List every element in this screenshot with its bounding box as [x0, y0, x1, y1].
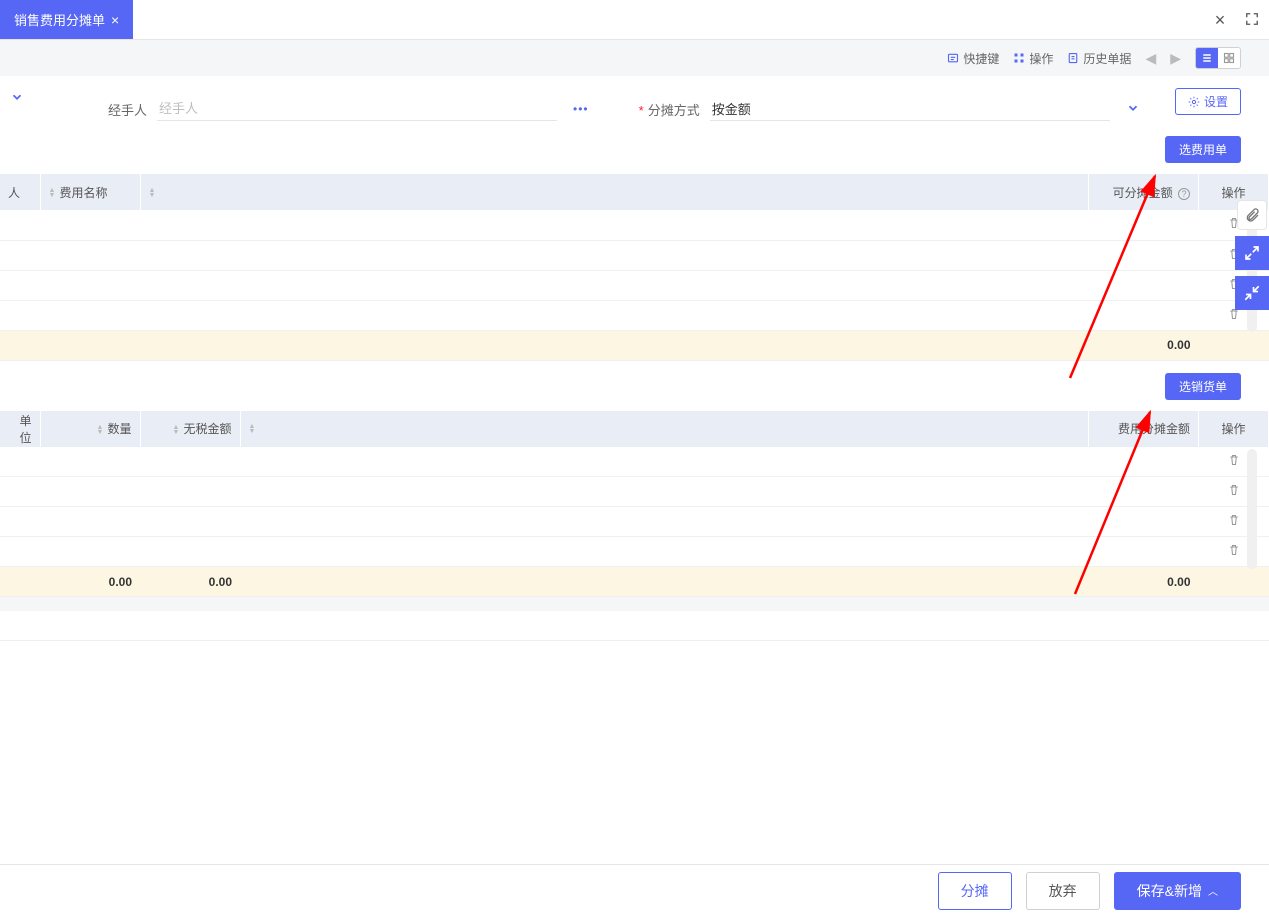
sales-table-header: 单位 数量 无税金额 费用分摊金额 操作	[0, 411, 1269, 447]
col-allocable-label: 可分摊金额	[1113, 186, 1173, 200]
grey-gap	[0, 597, 1269, 611]
expense-table: 人 费用名称 可分摊金额 ? 操作 0.00	[0, 174, 1269, 361]
view-card-icon[interactable]	[1218, 48, 1240, 68]
expense-total-value: 0.00	[1089, 330, 1199, 360]
method-input[interactable]	[710, 97, 1110, 121]
method-field: *分摊方式	[639, 97, 1140, 121]
caret-up-icon: ︿	[1208, 883, 1218, 898]
settings-button[interactable]: 设置	[1175, 88, 1241, 115]
trash-icon[interactable]	[1228, 454, 1240, 466]
chevron-down-icon[interactable]	[10, 90, 24, 107]
col-op-label: 操作	[1221, 186, 1245, 200]
form-row: 经手人 ••• *分摊方式 设置	[0, 76, 1269, 132]
expense-section: 选费用单 人 费用名称 可分摊金额 ? 操作	[0, 132, 1269, 361]
footer: 分摊 放弃 保存&新增 ︿	[0, 864, 1269, 916]
table-row	[0, 300, 1269, 330]
history-label: 历史单据	[1083, 50, 1131, 67]
pager-prev-icon[interactable]: ◀	[1145, 50, 1156, 67]
sort-icon[interactable]	[97, 425, 104, 435]
col-operation2: 操作	[1199, 411, 1269, 447]
sales-table: 单位 数量 无税金额 费用分摊金额 操作 0.00 0.00	[0, 411, 1269, 598]
col-qty-label: 数量	[107, 422, 131, 436]
handler-input[interactable]	[157, 97, 557, 121]
view-toggle	[1195, 47, 1241, 69]
sales-section: 选销货单 单位 数量 无税金额 费用分摊金额 操作	[0, 369, 1269, 598]
sort-icon[interactable]	[49, 188, 56, 198]
fullscreen-icon[interactable]	[1245, 12, 1259, 29]
method-label: *分摊方式	[639, 100, 700, 119]
expense-total-row: 0.00	[0, 330, 1269, 360]
col-op2-label: 操作	[1221, 422, 1245, 436]
close-icon[interactable]: ×	[1209, 10, 1231, 31]
choose-sales-button[interactable]: 选销货单	[1165, 373, 1241, 400]
save-new-button[interactable]: 保存&新增 ︿	[1114, 872, 1241, 910]
col-unit-label: 单位	[19, 414, 31, 445]
col-person[interactable]: 人	[0, 174, 40, 210]
attachment-icon[interactable]	[1237, 200, 1267, 230]
operate-label: 操作	[1029, 50, 1053, 67]
shortcut-label: 快捷键	[963, 50, 999, 67]
table-row	[0, 507, 1269, 537]
sales-total-qty: 0.00	[40, 567, 140, 597]
handler-label: 经手人	[108, 100, 147, 119]
shortcut-link[interactable]: 快捷键	[947, 50, 999, 67]
trash-icon[interactable]	[1228, 514, 1240, 526]
tab-sales-expense-alloc[interactable]: 销售费用分摊单 ×	[0, 0, 133, 39]
sales-total-row: 0.00 0.00 0.00	[0, 567, 1269, 597]
info-icon[interactable]: ?	[1178, 188, 1190, 200]
table-row	[0, 477, 1269, 507]
col-expense-name[interactable]: 费用名称	[40, 174, 140, 210]
sort-icon[interactable]	[249, 424, 256, 434]
settings-label: 设置	[1204, 93, 1228, 110]
sales-total-notax: 0.00	[140, 567, 240, 597]
table-row	[0, 447, 1269, 477]
tab-bar: 销售费用分摊单 × ×	[0, 0, 1269, 40]
table-row	[0, 537, 1269, 567]
history-link[interactable]: 历史单据	[1067, 50, 1131, 67]
table-row	[0, 240, 1269, 270]
col-qty[interactable]: 数量	[40, 411, 140, 447]
tab-close-icon[interactable]: ×	[111, 12, 119, 28]
choose-expense-button[interactable]: 选费用单	[1165, 136, 1241, 163]
chevron-down-icon[interactable]	[1126, 101, 1140, 118]
ellipsis-icon[interactable]: •••	[573, 102, 589, 116]
view-list-icon[interactable]	[1196, 48, 1218, 68]
pager-next-icon[interactable]: ▶	[1170, 50, 1181, 67]
col-expense-name-label: 费用名称	[59, 186, 107, 200]
col-spacer	[140, 174, 1089, 210]
save-new-label: 保存&新增	[1137, 881, 1202, 901]
allocate-button[interactable]: 分摊	[938, 872, 1012, 910]
handler-field: 经手人 •••	[108, 97, 589, 121]
toolbar-strip: 快捷键 操作 历史单据 ◀ ▶	[0, 40, 1269, 76]
discard-button[interactable]: 放弃	[1026, 872, 1100, 910]
scrollbar[interactable]	[1247, 449, 1257, 569]
col-notax[interactable]: 无税金额	[140, 411, 240, 447]
side-rail	[1235, 200, 1269, 310]
col-unit[interactable]: 单位	[0, 411, 40, 447]
col-alloc-label: 费用分摊金额	[1118, 422, 1190, 436]
table-row	[0, 210, 1269, 240]
expand-out-icon[interactable]	[1235, 236, 1269, 270]
trash-icon[interactable]	[1228, 544, 1240, 556]
col-spacer2	[240, 411, 1089, 447]
operate-link[interactable]: 操作	[1013, 50, 1053, 67]
col-alloc-amount[interactable]: 费用分摊金额	[1089, 411, 1199, 447]
table-row	[0, 270, 1269, 300]
method-label-text: 分摊方式	[648, 103, 700, 118]
sales-total-alloc: 0.00	[1089, 567, 1199, 597]
col-allocable-amount[interactable]: 可分摊金额 ?	[1089, 174, 1199, 210]
col-person-label: 人	[8, 186, 20, 200]
trash-icon[interactable]	[1228, 484, 1240, 496]
tab-right-actions: ×	[1209, 0, 1259, 40]
sort-icon[interactable]	[173, 425, 180, 435]
sort-icon[interactable]	[149, 188, 156, 198]
expand-in-icon[interactable]	[1235, 276, 1269, 310]
tab-title: 销售费用分摊单	[14, 10, 105, 29]
expense-table-header: 人 费用名称 可分摊金额 ? 操作	[0, 174, 1269, 210]
blank-area	[0, 611, 1269, 641]
col-notax-label: 无税金额	[183, 422, 231, 436]
